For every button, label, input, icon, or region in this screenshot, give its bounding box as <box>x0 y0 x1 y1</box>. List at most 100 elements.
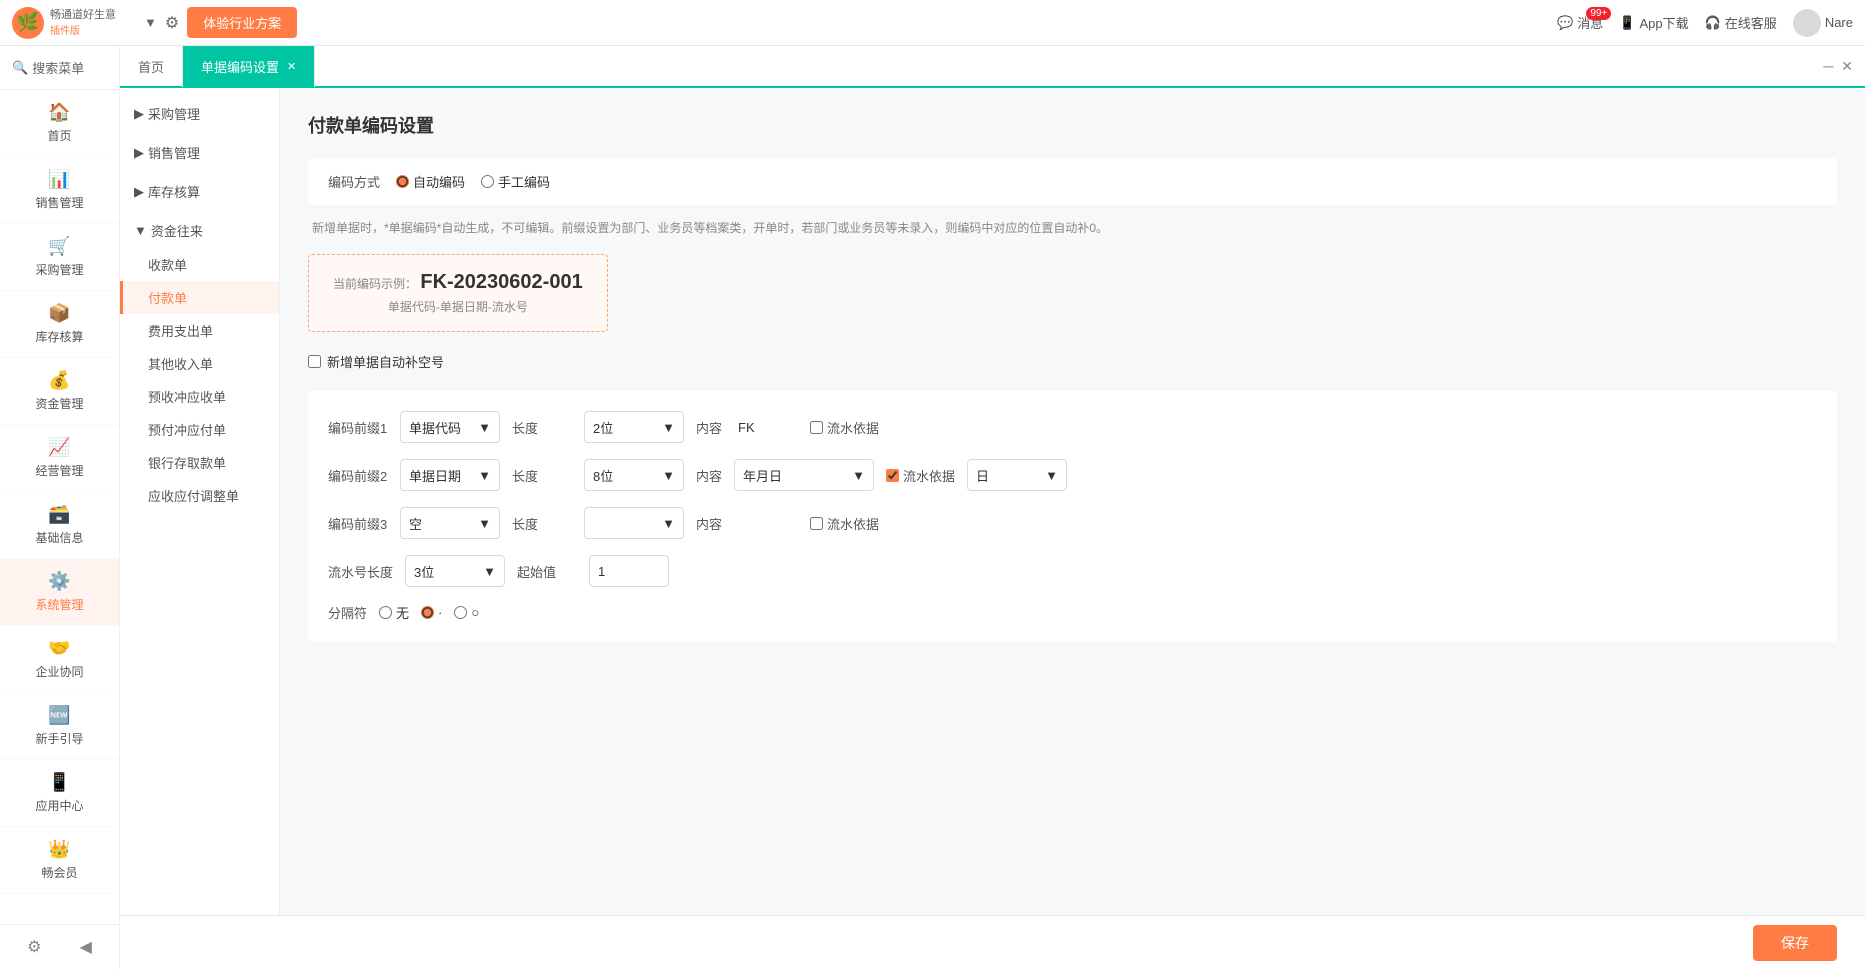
tab-serial-settings[interactable]: 单据编码设置 ✕ <box>183 46 315 87</box>
code-preview-main: FK-20230602-001 <box>420 271 582 293</box>
tab-close-all-btn[interactable]: ✕ <box>1841 58 1853 75</box>
manual-code-radio-input[interactable] <box>481 175 494 188</box>
manual-code-label: 手工编码 <box>498 172 550 191</box>
user-name: Nare <box>1825 15 1853 30</box>
length-3-select[interactable]: ▼ <box>584 507 684 539</box>
app-download-btn[interactable]: 📱 App下载 <box>1619 13 1688 32</box>
prefix-1-select[interactable]: 单据代码 ▼ <box>400 411 500 443</box>
stream-2-checkbox-row[interactable]: 流水依据 <box>886 466 955 485</box>
search-icon: 🔍 <box>12 60 28 76</box>
length-2-label: 长度 <box>512 466 572 485</box>
auto-code-radio-input[interactable] <box>396 175 409 188</box>
sub-header-inventory[interactable]: ▶ 库存核算 <box>120 174 279 209</box>
content-2-value: 年月日 <box>743 466 782 485</box>
tab-home[interactable]: 首页 <box>120 46 183 87</box>
sidebar-item-finance[interactable]: 💰 资金管理 <box>0 358 119 425</box>
auto-code-radio[interactable]: 自动编码 <box>396 172 465 191</box>
sidebar-item-label: 应用中心 <box>35 797 83 814</box>
content-1-value: FK <box>738 420 798 435</box>
sales-icon: 📊 <box>48 169 70 190</box>
separator-circle-input[interactable] <box>454 606 467 619</box>
length-1-select[interactable]: 2位 ▼ <box>584 411 684 443</box>
sub-item-pre-payment[interactable]: 预付冲应付单 <box>120 413 279 446</box>
stream-3-checkbox-row[interactable]: 流水依据 <box>810 514 879 533</box>
sub-item-other-income[interactable]: 其他收入单 <box>120 347 279 380</box>
sidebar-item-enterprise[interactable]: 🤝 企业协同 <box>0 626 119 693</box>
prefix-row-1: 编码前缀1 单据代码 ▼ 长度 2位 ▼ 内容 FK <box>328 411 1817 443</box>
sub-header-funds[interactable]: ▼ 资金往来 <box>120 213 279 248</box>
length-1-label: 长度 <box>512 418 572 437</box>
sub-header-funds-label: 资金往来 <box>151 221 203 240</box>
sub-item-bank[interactable]: 银行存取款单 <box>120 446 279 479</box>
prefix-2-label: 编码前缀2 <box>328 466 388 485</box>
stream-unit-select[interactable]: 日 ▼ <box>967 459 1067 491</box>
content-2-select[interactable]: 年月日 ▼ <box>734 459 874 491</box>
start-value-input[interactable] <box>589 555 669 587</box>
sidebar-settings-btn[interactable]: ⚙ <box>27 937 41 957</box>
sub-item-pre-receipt[interactable]: 预收冲应收单 <box>120 380 279 413</box>
save-button[interactable]: 保存 <box>1753 925 1837 961</box>
tab-minimize-btn[interactable]: ─ <box>1823 58 1833 74</box>
stream-3-checkbox[interactable] <box>810 517 823 530</box>
sidebar-collapse-btn[interactable]: ◀ <box>80 937 92 957</box>
sub-item-payment[interactable]: 付款单 <box>120 281 279 314</box>
prefix-2-select[interactable]: 单据日期 ▼ <box>400 459 500 491</box>
prefix-3-value: 空 <box>409 514 422 533</box>
stream-unit-chevron: ▼ <box>1045 468 1058 483</box>
experience-btn[interactable]: 体验行业方案 <box>187 7 297 38</box>
tab-close-icon[interactable]: ✕ <box>287 60 296 73</box>
chevron-down-icon: ▼ <box>134 223 147 238</box>
sidebar-item-apps[interactable]: 📱 应用中心 <box>0 760 119 827</box>
sidebar-item-purchase[interactable]: 🛒 采购管理 <box>0 224 119 291</box>
sub-sidebar: ▶ 采购管理 ▶ 销售管理 ▶ 库存核算 <box>120 88 280 915</box>
top-bar: 🌿 畅通道好生意 插件版 ▼ ⚙ 体验行业方案 💬 消息 99+ 📱 App下载… <box>0 0 1865 46</box>
message-icon: 💬 <box>1557 15 1573 31</box>
message-btn[interactable]: 💬 消息 99+ <box>1557 13 1603 32</box>
user-avatar-btn[interactable]: Nare <box>1793 9 1853 37</box>
main-area: 首页 单据编码设置 ✕ ─ ✕ ▶ 采购管理 <box>120 46 1865 969</box>
separator-none-radio[interactable]: 无 <box>379 603 409 622</box>
separator-none-input[interactable] <box>379 606 392 619</box>
info-text: 新增单据时，*单据编码*自动生成，不可编辑。前缀设置为部门、业务员等档案类，开单… <box>308 219 1837 238</box>
sidebar-item-guide[interactable]: 🆕 新手引导 <box>0 693 119 760</box>
logo-badge: 插件版 <box>50 22 116 37</box>
sidebar-item-sales[interactable]: 📊 销售管理 <box>0 157 119 224</box>
user-avatar <box>1793 9 1821 37</box>
manual-code-radio[interactable]: 手工编码 <box>481 172 550 191</box>
workspace-dropdown[interactable]: ▼ <box>140 15 157 30</box>
chevron-right-icon: ▶ <box>134 145 144 161</box>
sidebar-item-basic[interactable]: 🗃️ 基础信息 <box>0 492 119 559</box>
length-2-select[interactable]: 8位 ▼ <box>584 459 684 491</box>
prefix-3-select[interactable]: 空 ▼ <box>400 507 500 539</box>
sidebar-item-operations[interactable]: 📈 经营管理 <box>0 425 119 492</box>
serial-length-label: 流水号长度 <box>328 562 393 581</box>
settings-gear-icon[interactable]: ⚙ <box>165 13 179 33</box>
sub-item-receipt[interactable]: 收款单 <box>120 248 279 281</box>
sidebar-item-system[interactable]: ⚙️ 系统管理 <box>0 559 119 626</box>
sidebar-item-inventory[interactable]: 📦 库存核算 <box>0 291 119 358</box>
sidebar-item-label: 销售管理 <box>35 194 83 211</box>
separator-dot-radio[interactable]: · <box>421 605 442 620</box>
sub-item-adjustment[interactable]: 应收应付调整单 <box>120 479 279 512</box>
separator-label: 分隔符 <box>328 603 367 622</box>
stream-1-checkbox[interactable] <box>810 421 823 434</box>
sub-header-sales-label: 销售管理 <box>148 143 200 162</box>
sub-item-expense[interactable]: 费用支出单 <box>120 314 279 347</box>
auto-fill-checkbox[interactable] <box>308 355 321 368</box>
stream-2-checkbox[interactable] <box>886 469 899 482</box>
sub-header-purchase[interactable]: ▶ 采购管理 <box>120 96 279 131</box>
sidebar-item-member[interactable]: 👑 畅会员 <box>0 827 119 894</box>
home-icon: 🏠 <box>48 102 70 123</box>
tab-bar-end: ─ ✕ <box>1823 58 1865 75</box>
stream-1-checkbox-row[interactable]: 流水依据 <box>810 418 879 437</box>
separator-circle-radio[interactable]: ○ <box>454 605 479 620</box>
search-menu-btn[interactable]: 🔍 搜索菜单 <box>8 54 111 81</box>
separator-dot-input[interactable] <box>421 606 434 619</box>
online-service-btn[interactable]: 🎧 在线客服 <box>1705 13 1777 32</box>
sidebar-item-home[interactable]: 🏠 首页 <box>0 90 119 157</box>
serial-length-select[interactable]: 3位 ▼ <box>405 555 505 587</box>
sub-header-sales[interactable]: ▶ 销售管理 <box>120 135 279 170</box>
code-preview-sub: 单据代码-单据日期-流水号 <box>333 298 583 315</box>
prefix-row-3: 编码前缀3 空 ▼ 长度 ▼ 内容 <box>328 507 1817 539</box>
tab-bar: 首页 单据编码设置 ✕ ─ ✕ <box>120 46 1865 88</box>
